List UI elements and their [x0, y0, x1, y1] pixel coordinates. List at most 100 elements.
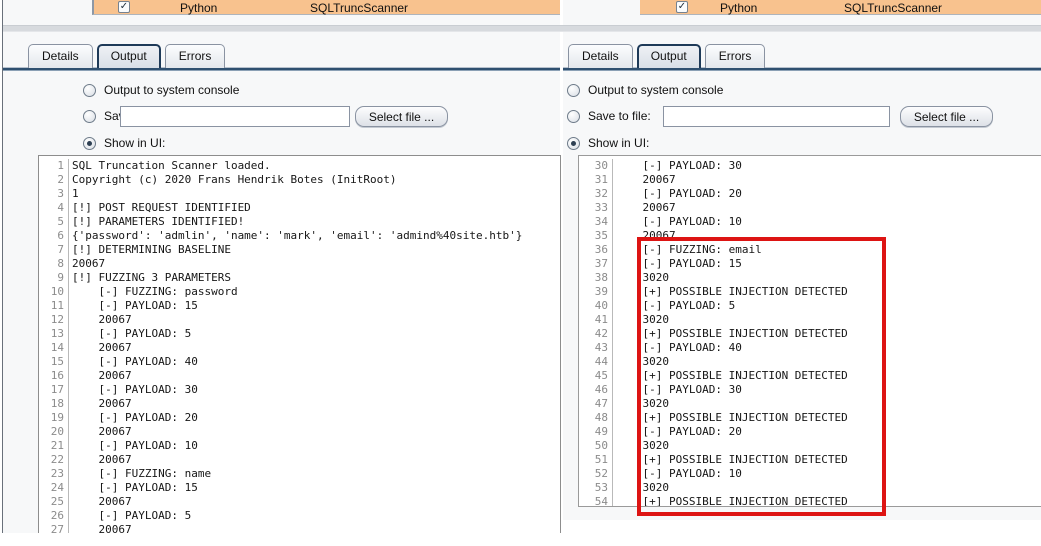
line-number: 35	[579, 229, 613, 243]
console-line: 50 3020	[579, 439, 1041, 453]
console-line: 45 [+] POSSIBLE INJECTION DETECTED	[579, 369, 1041, 383]
save-file-path-input[interactable]	[120, 106, 350, 127]
extension-loaded-checkbox[interactable]: ✓	[118, 1, 130, 13]
line-number: 24	[39, 481, 69, 495]
console-line: 37 [-] PAYLOAD: 15	[579, 257, 1041, 271]
line-text: [+] POSSIBLE INJECTION DETECTED	[616, 285, 848, 298]
line-number: 26	[39, 509, 69, 523]
radio-show-in-ui[interactable]	[567, 136, 580, 150]
extension-type-label: Python	[180, 1, 218, 15]
line-number: 36	[579, 243, 613, 257]
line-number: 2	[39, 173, 69, 187]
extension-loaded-checkbox[interactable]: ✓	[676, 1, 688, 13]
extension-row[interactable]: ✓ Python SQLTruncScanner	[640, 0, 1041, 15]
line-text: 3020	[616, 397, 669, 410]
console-line: 19 [-] PAYLOAD: 20	[39, 411, 560, 425]
line-number: 44	[579, 355, 613, 369]
radio-show-in-ui-label: Show in UI:	[588, 136, 650, 150]
line-text: [!] PARAMETERS IDENTIFIED!	[72, 215, 245, 228]
line-text: [-] PAYLOAD: 5	[72, 509, 192, 522]
console-line: 16 20067	[39, 369, 560, 383]
line-text: [-] PAYLOAD: 20	[616, 425, 742, 438]
line-number: 45	[579, 369, 613, 383]
radio-output-console[interactable]	[567, 83, 580, 97]
line-number: 25	[39, 495, 69, 509]
console-line: 12 20067	[39, 313, 560, 327]
console-line: 46 [-] PAYLOAD: 30	[579, 383, 1041, 397]
option-show-in-ui: Show in UI:	[83, 135, 165, 151]
console-line: 31 20067	[579, 173, 1041, 187]
console-line: 1 SQL Truncation Scanner loaded.	[39, 159, 560, 173]
radio-output-console[interactable]	[83, 83, 96, 97]
line-number: 31	[579, 173, 613, 187]
console-line: 42 [+] POSSIBLE INJECTION DETECTED	[579, 327, 1041, 341]
radio-save-to-file[interactable]	[83, 109, 96, 123]
line-number: 23	[39, 467, 69, 481]
console-line: 21 [-] PAYLOAD: 10	[39, 439, 560, 453]
line-text: [-] PAYLOAD: 5	[616, 299, 736, 312]
separator-band	[560, 25, 1041, 32]
tab-details[interactable]: Details	[28, 44, 93, 68]
tab-details[interactable]: Details	[568, 44, 633, 68]
console-line: 4 [!] POST REQUEST IDENTIFIED	[39, 201, 560, 215]
line-text: [-] PAYLOAD: 15	[72, 481, 198, 494]
tab-underline-shadow	[563, 70, 1041, 71]
save-file-path-input[interactable]	[663, 106, 890, 127]
line-text: [-] PAYLOAD: 20	[616, 187, 742, 200]
line-text: 20067	[72, 523, 132, 533]
line-text: {'password': 'admlin', 'name': 'mark', '…	[72, 229, 523, 242]
line-number: 48	[579, 411, 613, 425]
console-line: 49 [-] PAYLOAD: 20	[579, 425, 1041, 439]
line-number: 18	[39, 397, 69, 411]
console-line: 47 3020	[579, 397, 1041, 411]
tab-output[interactable]: Output	[96, 44, 161, 68]
tab-errors[interactable]: Errors	[704, 44, 766, 68]
line-number: 7	[39, 243, 69, 257]
tab-errors[interactable]: Errors	[164, 44, 226, 68]
line-number: 33	[579, 201, 613, 215]
output-console-view[interactable]: 1 SQL Truncation Scanner loaded. 2 Copyrigh…	[38, 155, 561, 533]
line-text: [-] PAYLOAD: 30	[616, 159, 742, 172]
line-text: [!] DETERMINING BASELINE	[72, 243, 231, 256]
extension-name-label: SQLTruncScanner	[844, 1, 943, 15]
console-line: 36 [-] FUZZING: email	[579, 243, 1041, 257]
line-number: 19	[39, 411, 69, 425]
line-number: 11	[39, 299, 69, 313]
line-number: 3	[39, 187, 69, 201]
line-number: 10	[39, 285, 69, 299]
line-text: 3020	[616, 313, 669, 326]
line-number: 41	[579, 313, 613, 327]
line-number: 53	[579, 481, 613, 495]
line-text: [-] PAYLOAD: 30	[72, 383, 198, 396]
tab-bar: Details Output Errors	[568, 44, 769, 68]
line-number: 5	[39, 215, 69, 229]
output-console-view[interactable]: 30 [-] PAYLOAD: 30 31 20067 32 [-] PAYLOAD…	[578, 155, 1041, 507]
line-number: 9	[39, 271, 69, 285]
line-number: 42	[579, 327, 613, 341]
radio-show-in-ui[interactable]	[83, 136, 96, 150]
option-show-in-ui: Show in UI:	[567, 135, 649, 151]
line-text: Copyright (c) 2020 Frans Hendrik Botes (…	[72, 173, 397, 186]
select-file-button[interactable]: Select file ...	[900, 106, 993, 127]
line-text: [+] POSSIBLE INJECTION DETECTED	[616, 411, 848, 424]
radio-show-in-ui-label: Show in UI:	[104, 136, 166, 150]
tab-underline-shadow	[3, 70, 560, 71]
line-text: 20067	[72, 313, 132, 326]
line-number: 13	[39, 327, 69, 341]
line-number: 46	[579, 383, 613, 397]
line-number: 54	[579, 495, 613, 506]
console-line: 40 [-] PAYLOAD: 5	[579, 299, 1041, 313]
line-number: 22	[39, 453, 69, 467]
select-file-button[interactable]: Select file ...	[355, 106, 448, 127]
console-line: 39 [+] POSSIBLE INJECTION DETECTED	[579, 285, 1041, 299]
line-text: SQL Truncation Scanner loaded.	[72, 159, 271, 172]
line-number: 16	[39, 369, 69, 383]
line-text: [!] POST REQUEST IDENTIFIED	[72, 201, 251, 214]
console-line: 27 20067	[39, 523, 560, 533]
extension-row[interactable]: ✓ Python SQLTruncScanner	[92, 0, 560, 15]
line-number: 52	[579, 467, 613, 481]
console-line: 30 [-] PAYLOAD: 30	[579, 159, 1041, 173]
tab-output[interactable]: Output	[636, 44, 701, 68]
radio-save-to-file[interactable]	[567, 109, 580, 123]
line-number: 40	[579, 299, 613, 313]
